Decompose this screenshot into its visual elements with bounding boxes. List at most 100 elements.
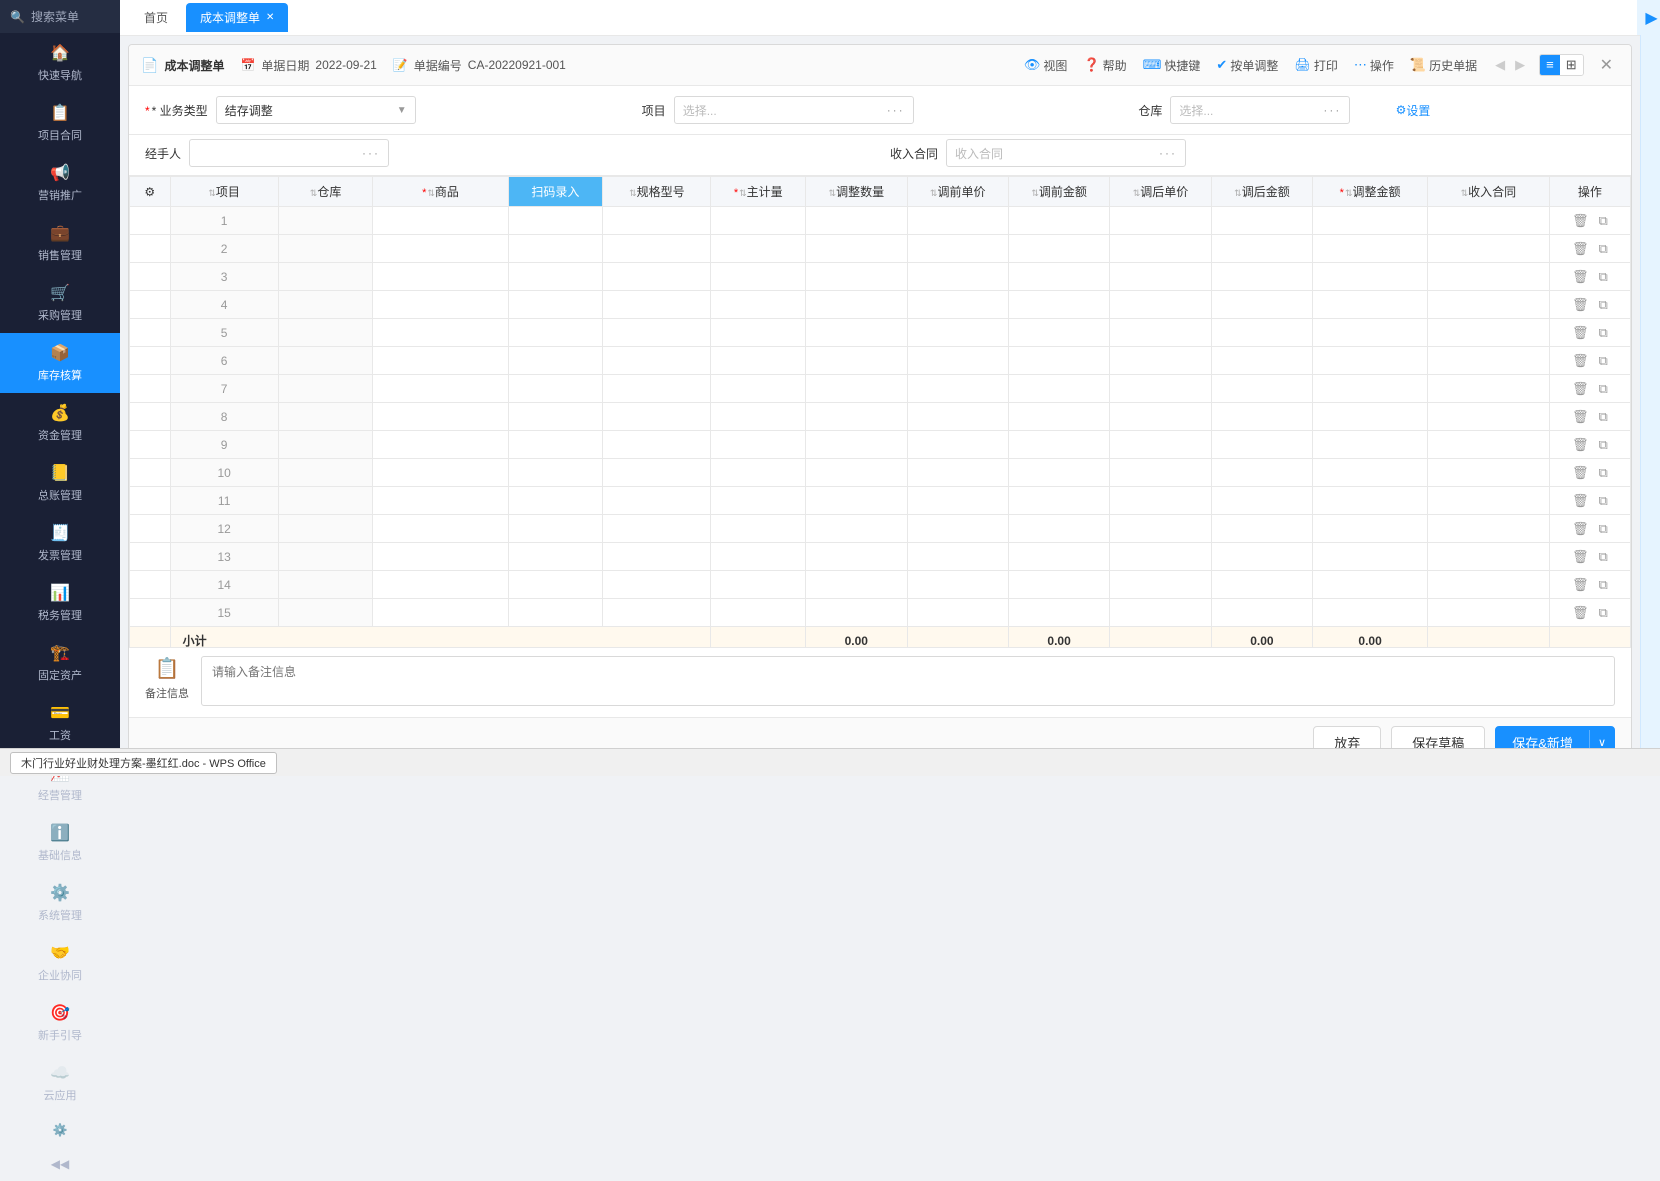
toolbar-btn-check[interactable]: ✔按单调整 [1212,55,1282,76]
form-section-2: 经手人 ··· 收入合同 收入合同 ··· [129,135,1631,176]
sidebar-search[interactable]: 🔍 搜索菜单 [0,0,120,33]
sidebar-item-inventory[interactable]: 📦库存核算 [0,333,120,393]
view-toggle: ≡ ⊞ [1539,54,1584,76]
notes-input[interactable] [201,656,1615,706]
row-delete-btn[interactable]: 🗑 [1569,296,1592,314]
sort-icon-before_amount[interactable]: ⇅ [1031,188,1039,198]
settings-col-icon[interactable]: ⚙ [144,185,155,199]
sidebar-item-cooperation[interactable]: 🤝企业协同 [0,933,120,993]
row-delete-btn[interactable]: 🗑 [1569,548,1592,566]
sidebar-item-quick-nav[interactable]: 🏠快速导航 [0,33,120,93]
row-delete-btn[interactable]: 🗑 [1569,576,1592,594]
sort-icon-adj_qty[interactable]: ⇅ [829,188,837,198]
row-copy-btn[interactable]: ⧉ [1595,604,1610,622]
row-delete-btn[interactable]: 🗑 [1569,380,1592,398]
row-copy-btn[interactable]: ⧉ [1595,324,1610,342]
row-copy-btn[interactable]: ⧉ [1595,408,1610,426]
toolbar-icon-shortcut: ⌨ [1143,57,1162,73]
toolbar-btn-shortcut[interactable]: ⌨快捷键 [1139,55,1205,76]
sidebar-item-ledger[interactable]: 📒总账管理 [0,453,120,513]
row-delete-btn[interactable]: 🗑 [1569,520,1592,538]
toolbar-btn-help[interactable]: ❓帮助 [1079,55,1130,76]
sort-icon-unit[interactable]: ⇅ [739,188,747,198]
sidebar-item-system[interactable]: ⚙️系统管理 [0,873,120,933]
sidebar-item-invoice[interactable]: 🧾发票管理 [0,513,120,573]
tabs-bar: 首页成本调整单✕ [120,0,1640,36]
row-copy-btn[interactable]: ⧉ [1595,240,1610,258]
row-copy-btn[interactable]: ⧉ [1595,380,1610,398]
table-row: 11🗑⧉ [130,487,1631,515]
sidebar-item-project-contract[interactable]: 📋项目合同 [0,93,120,153]
sidebar-item-purchase[interactable]: 🛒采购管理 [0,273,120,333]
table-row: 3🗑⧉ [130,263,1631,291]
row-delete-btn[interactable]: 🗑 [1569,464,1592,482]
row-copy-btn[interactable]: ⧉ [1595,464,1610,482]
col-label-income_contract: 收入合同 [1468,185,1516,199]
row-delete-btn[interactable]: 🗑 [1569,268,1592,286]
income-contract-input[interactable]: 收入合同 ··· [946,139,1186,167]
sidebar-item-salary[interactable]: 💳工资 [0,693,120,753]
row-delete-btn[interactable]: 🗑 [1569,408,1592,426]
toolbar-btn-history[interactable]: 📜历史单据 [1406,55,1481,76]
sidebar-item-basic-info[interactable]: ℹ️基础信息 [0,813,120,873]
sidebar-bottom-collapse[interactable]: ◀◀ [0,1147,120,1181]
row-copy-btn[interactable]: ⧉ [1595,352,1610,370]
sort-icon-spec[interactable]: ⇅ [629,188,637,198]
handler-input[interactable]: ··· [189,139,389,167]
row-actions: 🗑⧉ [1556,352,1624,370]
nav-arrows: ◀ ▶ [1491,55,1529,75]
sort-icon-project[interactable]: ⇅ [208,188,216,198]
row-copy-btn[interactable]: ⧉ [1595,548,1610,566]
row-delete-btn[interactable]: 🗑 [1569,352,1592,370]
sidebar-item-cloud-app[interactable]: ☁️云应用 [0,1053,120,1113]
row-delete-btn[interactable]: 🗑 [1569,240,1592,258]
view-list-btn[interactable]: ≡ [1540,55,1560,75]
sidebar-item-tax[interactable]: 📊税务管理 [0,573,120,633]
col-header-scan[interactable]: 扫码录入 [508,177,603,207]
sidebar-item-assets[interactable]: 🏗️固定资产 [0,633,120,693]
sidebar-bottom-settings[interactable]: ⚙️ [0,1113,120,1147]
sort-icon-adj_amount[interactable]: ⇅ [1345,188,1353,198]
right-sidebar-btn[interactable]: ▶ [1637,0,1660,35]
table-row: 6🗑⧉ [130,347,1631,375]
sidebar-item-finance[interactable]: 💰资金管理 [0,393,120,453]
row-delete-btn[interactable]: 🗑 [1569,604,1592,622]
date-value: 2022-09-21 [315,58,376,72]
view-grid-btn[interactable]: ⊞ [1560,55,1583,75]
tab-home[interactable]: 首页 [130,3,182,32]
business-type-input[interactable]: 结存调整 ▼ [216,96,416,124]
nav-prev[interactable]: ◀ [1491,55,1509,75]
row-delete-btn[interactable]: 🗑 [1569,324,1592,342]
row-delete-btn[interactable]: 🗑 [1569,436,1592,454]
nav-next[interactable]: ▶ [1511,55,1529,75]
table-row: 1🗑⧉ [130,207,1631,235]
sidebar-item-marketing[interactable]: 📢营销推广 [0,153,120,213]
row-copy-btn[interactable]: ⧉ [1595,436,1610,454]
row-delete-btn[interactable]: 🗑 [1569,212,1592,230]
settings-button[interactable]: ⚙ 设置 [1358,96,1438,124]
toolbar-btn-print[interactable]: 🖨打印 [1290,55,1342,76]
tab-close-cost-adjust[interactable]: ✕ [266,12,274,23]
toolbar-btn-view[interactable]: 👁视图 [1020,55,1072,76]
row-copy-btn[interactable]: ⧉ [1595,520,1610,538]
row-copy-btn[interactable]: ⧉ [1595,212,1610,230]
tab-cost-adjust[interactable]: 成本调整单✕ [186,3,288,32]
row-actions: 🗑⧉ [1556,212,1624,230]
row-copy-btn[interactable]: ⧉ [1595,296,1610,314]
warehouse-input[interactable]: 选择... ··· [1170,96,1350,124]
sidebar-item-sales[interactable]: 💼销售管理 [0,213,120,273]
sort-icon-after_amount[interactable]: ⇅ [1234,188,1242,198]
inventory-label: 库存核算 [38,367,82,383]
sort-icon-product[interactable]: ⇅ [427,188,435,198]
row-copy-btn[interactable]: ⧉ [1595,268,1610,286]
warehouse-dots: ··· [1323,103,1341,117]
window-close-button[interactable]: ✕ [1594,53,1619,77]
project-input[interactable]: 选择... ··· [674,96,914,124]
sidebar-item-new-guide[interactable]: 🎯新手引导 [0,993,120,1053]
handler-row: 经手人 ··· [145,139,870,167]
row-copy-btn[interactable]: ⧉ [1595,492,1610,510]
taskbar-wps-item[interactable]: 木门行业好业财处理方案-墨红红.doc - WPS Office [10,752,277,774]
row-delete-btn[interactable]: 🗑 [1569,492,1592,510]
row-copy-btn[interactable]: ⧉ [1595,576,1610,594]
toolbar-btn-more[interactable]: ⋯操作 [1350,55,1398,76]
